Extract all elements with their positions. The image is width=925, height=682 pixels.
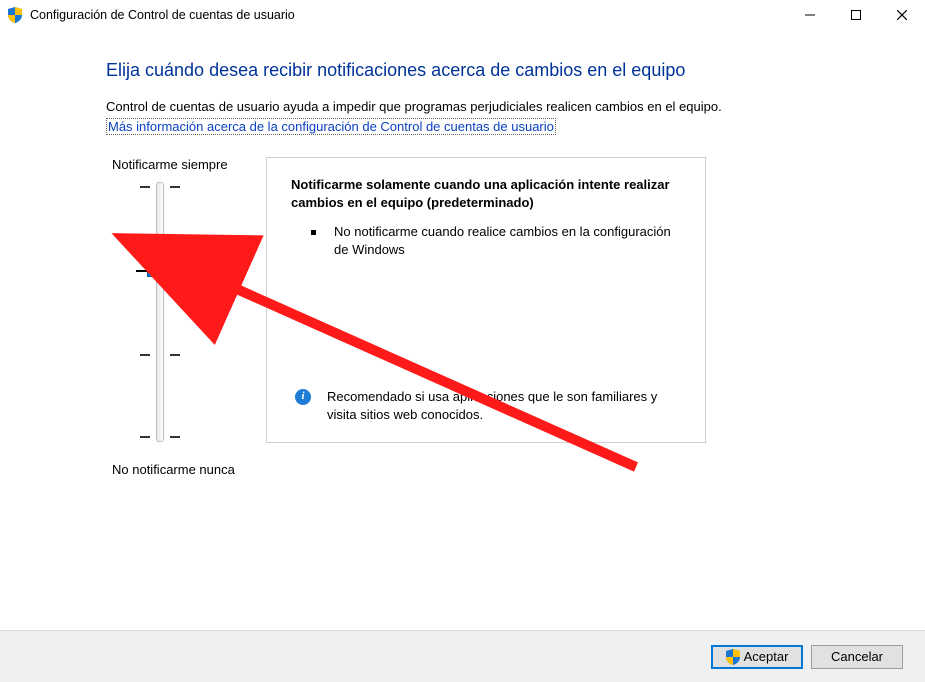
dialog-footer: Aceptar Cancelar	[0, 630, 925, 682]
uac-shield-icon	[726, 649, 740, 665]
minimize-button[interactable]	[787, 0, 833, 30]
ok-button-label: Aceptar	[744, 649, 789, 664]
cancel-button[interactable]: Cancelar	[811, 645, 903, 669]
info-icon: i	[295, 389, 311, 405]
panel-title: Notificarme solamente cuando una aplicac…	[291, 176, 681, 211]
slider-top-label: Notificarme siempre	[112, 157, 266, 172]
slider-tick	[170, 354, 180, 356]
slider-track	[156, 182, 164, 442]
slider-tick	[140, 436, 150, 438]
uac-slider[interactable]	[136, 182, 266, 452]
slider-tick	[170, 186, 180, 188]
page-heading: Elija cuándo desea recibir notificacione…	[106, 60, 825, 81]
close-button[interactable]	[879, 0, 925, 30]
slider-panel-row: Notificarme siempre No notificarme nunca…	[106, 157, 825, 487]
recommendation-row: i Recomendado si usa aplicaciones que le…	[295, 388, 681, 424]
slider-tick	[140, 186, 150, 188]
recommendation-text: Recomendado si usa aplicaciones que le s…	[327, 388, 681, 424]
level-description-panel: Notificarme solamente cuando una aplicac…	[266, 157, 706, 443]
panel-bullet: No notificarme cuando realice cambios en…	[311, 223, 681, 259]
window-title: Configuración de Control de cuentas de u…	[30, 8, 295, 22]
slider-tick	[140, 354, 150, 356]
uac-shield-icon	[8, 7, 22, 23]
window-controls	[787, 0, 925, 30]
slider-bottom-label: No notificarme nunca	[112, 462, 266, 477]
panel-bullet-text: No notificarme cuando realice cambios en…	[334, 223, 681, 259]
ok-button[interactable]: Aceptar	[711, 645, 803, 669]
more-info-link[interactable]: Más información acerca de la configuraci…	[106, 118, 556, 135]
slider-thumb[interactable]	[147, 265, 173, 277]
titlebar: Configuración de Control de cuentas de u…	[0, 0, 925, 30]
bullet-icon	[311, 230, 316, 235]
page-description: Control de cuentas de usuario ayuda a im…	[106, 99, 825, 114]
slider-tick	[170, 436, 180, 438]
maximize-button[interactable]	[833, 0, 879, 30]
cancel-button-label: Cancelar	[831, 649, 883, 664]
content-area: Elija cuándo desea recibir notificacione…	[0, 30, 925, 487]
slider-column: Notificarme siempre No notificarme nunca	[106, 157, 266, 487]
